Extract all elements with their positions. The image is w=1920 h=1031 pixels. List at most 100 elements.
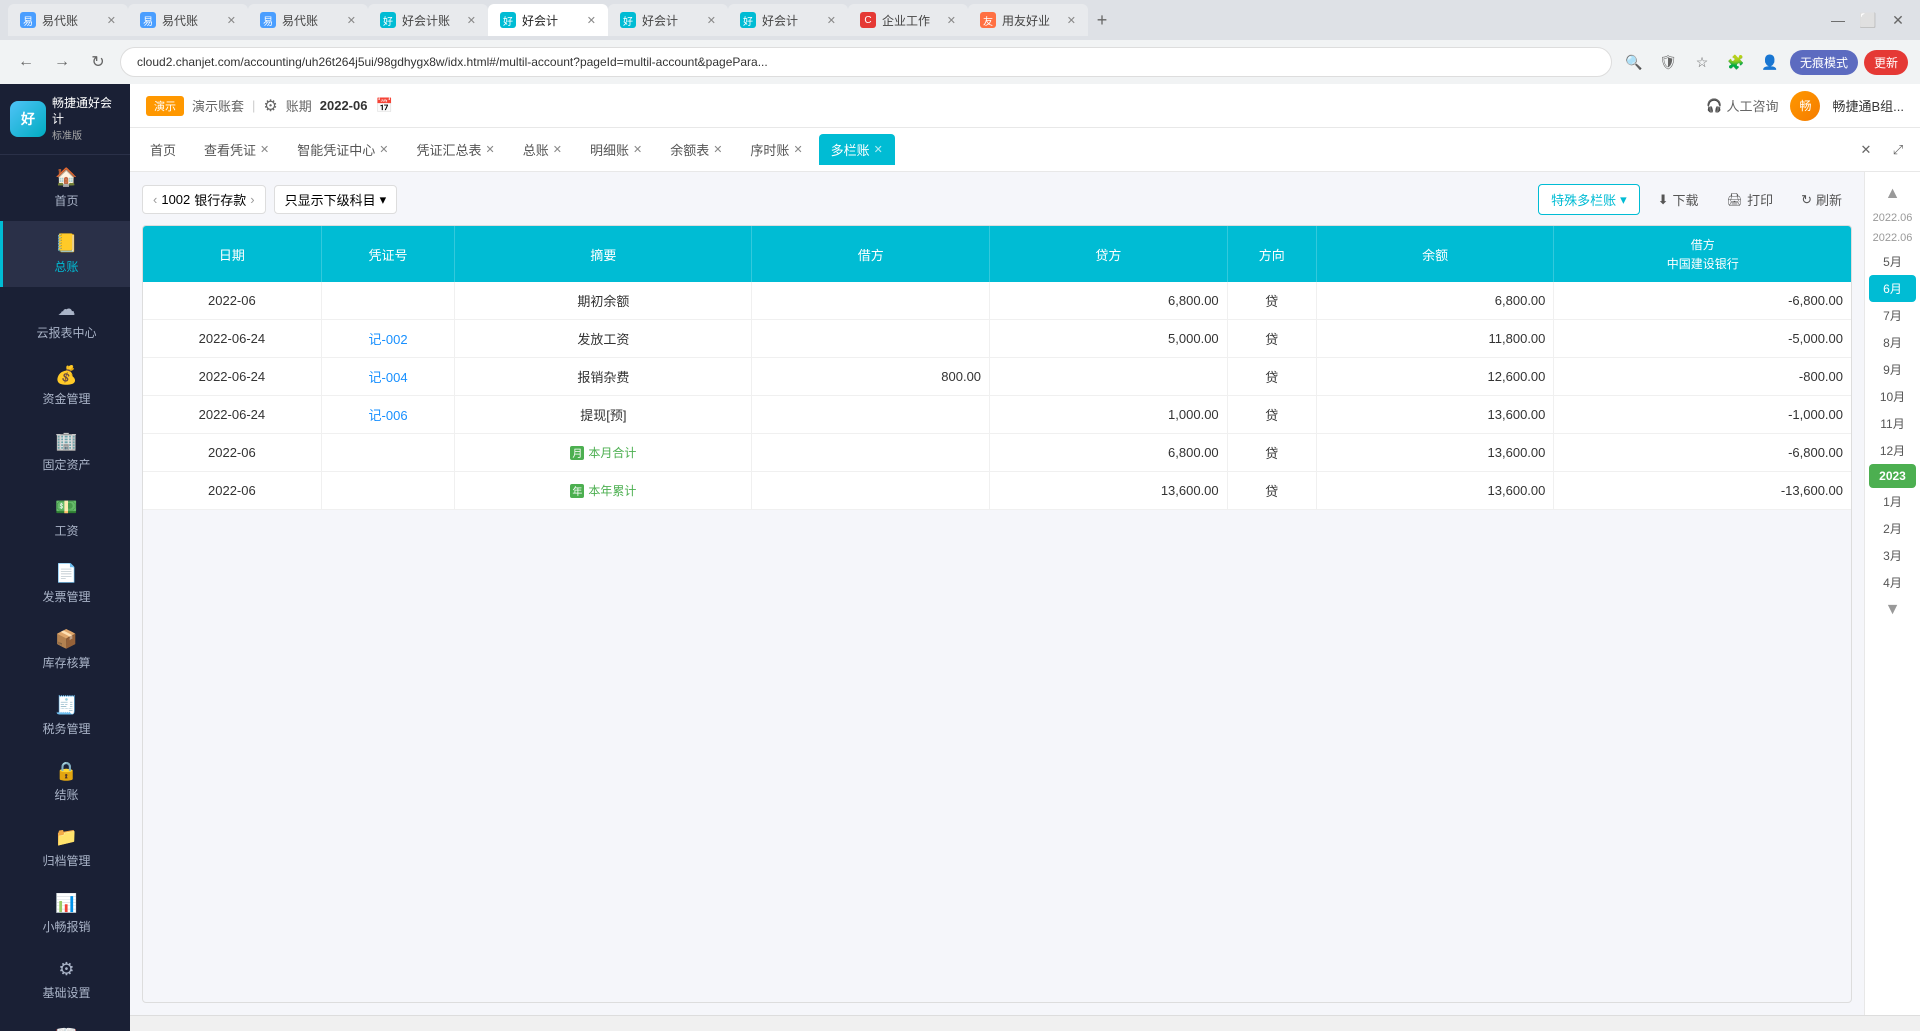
- timeline-month-2[interactable]: 2月: [1865, 515, 1920, 542]
- tab-close-3[interactable]: ✕: [347, 14, 356, 27]
- timeline-scroll-up[interactable]: ▲: [1879, 180, 1907, 208]
- minimize-button[interactable]: —: [1824, 6, 1852, 34]
- tab-close-voucher[interactable]: ✕: [260, 143, 269, 156]
- sidebar-item-salary[interactable]: 💵 工资: [0, 485, 130, 551]
- page-tab-journal[interactable]: 序时账 ✕: [738, 134, 814, 165]
- browser-tab-5[interactable]: 好 好会计 ✕: [488, 4, 608, 36]
- tab-close-1[interactable]: ✕: [107, 14, 116, 27]
- tab-close-5[interactable]: ✕: [587, 14, 596, 27]
- tab-close-smart-voucher[interactable]: ✕: [379, 143, 388, 156]
- close-tab-right-button[interactable]: ✕: [1852, 136, 1880, 164]
- tab-close-9[interactable]: ✕: [1067, 14, 1076, 27]
- extensions-icon[interactable]: 🧩: [1722, 48, 1750, 76]
- browser-tab-1[interactable]: 易 易代账 ✕: [8, 4, 128, 36]
- tab-label-detail: 明细账: [590, 140, 629, 159]
- tab-close-6[interactable]: ✕: [707, 14, 716, 27]
- timeline-scroll-down[interactable]: ▼: [1879, 596, 1907, 624]
- tab-close-voucher-summary[interactable]: ✕: [486, 143, 495, 156]
- browser-tab-8[interactable]: C 企业工作 ✕: [848, 4, 968, 36]
- forward-button[interactable]: →: [48, 48, 76, 76]
- timeline-month-12[interactable]: 12月: [1865, 437, 1920, 464]
- sidebar-item-inventory[interactable]: 📦 库存核算: [0, 617, 130, 683]
- shield-icon[interactable]: 🛡: [1654, 48, 1682, 76]
- page-tab-detail[interactable]: 明细账 ✕: [578, 134, 654, 165]
- voucher-link-4[interactable]: 记-006: [369, 408, 408, 423]
- timeline-month-11[interactable]: 11月: [1865, 410, 1920, 437]
- browser-tab-6[interactable]: 好 好会计 ✕: [608, 4, 728, 36]
- browser-tab-4[interactable]: 好 好会计账 ✕: [368, 4, 488, 36]
- update-button[interactable]: 更新: [1864, 50, 1908, 75]
- td-debit-6: [752, 472, 990, 510]
- special-multicolumn-button[interactable]: 特殊多栏账 ▾: [1538, 184, 1640, 215]
- sidebar-item-ledger[interactable]: 📒 总账: [0, 221, 130, 287]
- profile-icon[interactable]: 👤: [1756, 48, 1784, 76]
- tab-close-detail[interactable]: ✕: [633, 143, 642, 156]
- browser-tab-2[interactable]: 易 易代账 ✕: [128, 4, 248, 36]
- new-tab-button[interactable]: +: [1088, 6, 1116, 34]
- tab-close-2[interactable]: ✕: [227, 14, 236, 27]
- page-tab-home[interactable]: 首页: [138, 134, 188, 165]
- page-tab-general-ledger[interactable]: 总账 ✕: [511, 134, 574, 165]
- tab-close-general-ledger[interactable]: ✕: [553, 143, 562, 156]
- sidebar-item-invoice[interactable]: 📄 发票管理: [0, 551, 130, 617]
- stealth-mode-button[interactable]: 无痕模式: [1790, 50, 1858, 75]
- maximize-button[interactable]: ⬜: [1854, 6, 1882, 34]
- page-tab-voucher[interactable]: 查看凭证 ✕: [192, 134, 281, 165]
- refresh-nav-button[interactable]: ↻: [84, 48, 112, 76]
- browser-tab-3[interactable]: 易 易代账 ✕: [248, 4, 368, 36]
- timeline-month-5[interactable]: 5月: [1865, 248, 1920, 275]
- page-tab-balance[interactable]: 余额表 ✕: [658, 134, 734, 165]
- star-icon[interactable]: ☆: [1688, 48, 1716, 76]
- tab-close-8[interactable]: ✕: [947, 14, 956, 27]
- table-row: 2022-06 月 本月合计 6,800.00: [143, 434, 1851, 472]
- page-tab-voucher-summary[interactable]: 凭证汇总表 ✕: [404, 134, 506, 165]
- sidebar-item-tax[interactable]: 🧾 税务管理: [0, 683, 130, 749]
- page-tab-smart-voucher[interactable]: 智能凭证中心 ✕: [285, 134, 400, 165]
- sidebar-item-archive[interactable]: 📁 归档管理: [0, 815, 130, 881]
- sidebar-item-settings[interactable]: ⚙ 基础设置: [0, 947, 130, 1013]
- browser-tab-7[interactable]: 好 好会计 ✕: [728, 4, 848, 36]
- voucher-link-3[interactable]: 记-004: [369, 370, 408, 385]
- browser-tab-9[interactable]: 友 用友好业 ✕: [968, 4, 1088, 36]
- sidebar-item-closing[interactable]: 🔒 结账: [0, 749, 130, 815]
- inventory-icon: 📦: [55, 629, 77, 650]
- tab-close-7[interactable]: ✕: [827, 14, 836, 27]
- sidebar-item-cloud-report[interactable]: ☁ 云报表中心: [0, 287, 130, 353]
- page-tab-multicolumn[interactable]: 多栏账 ✕: [819, 134, 895, 165]
- download-button[interactable]: ⬇ 下载: [1648, 185, 1709, 214]
- sidebar-item-guide[interactable]: 📖 新手引导: [0, 1013, 130, 1031]
- next-account-button[interactable]: ›: [250, 192, 254, 207]
- close-window-button[interactable]: ✕: [1884, 6, 1912, 34]
- refresh-button[interactable]: ↻ 刷新: [1791, 185, 1852, 214]
- timeline-month-1[interactable]: 1月: [1865, 488, 1920, 515]
- expand-tab-button[interactable]: ⤢: [1884, 136, 1912, 164]
- user-avatar[interactable]: 畅: [1790, 91, 1820, 121]
- settings-header-icon[interactable]: ⚙: [263, 96, 277, 116]
- timeline-month-8[interactable]: 8月: [1865, 329, 1920, 356]
- address-input[interactable]: [120, 47, 1612, 77]
- tab-close-multicolumn[interactable]: ✕: [874, 143, 883, 156]
- timeline-month-10[interactable]: 10月: [1865, 383, 1920, 410]
- timeline-month-9[interactable]: 9月: [1865, 356, 1920, 383]
- sidebar-item-funds[interactable]: 💰 资金管理: [0, 353, 130, 419]
- timeline-month-7[interactable]: 7月: [1865, 302, 1920, 329]
- tab-label-4: 好会计账: [402, 12, 461, 29]
- tab-close-journal[interactable]: ✕: [793, 143, 802, 156]
- search-icon[interactable]: 🔍: [1620, 48, 1648, 76]
- sidebar-item-home[interactable]: 🏠 首页: [0, 155, 130, 221]
- timeline-month-4[interactable]: 4月: [1865, 569, 1920, 596]
- calendar-icon[interactable]: 📅: [375, 97, 392, 114]
- bottom-scrollbar[interactable]: [130, 1015, 1920, 1031]
- tab-close-4[interactable]: ✕: [467, 14, 476, 27]
- back-button[interactable]: ←: [12, 48, 40, 76]
- voucher-link-2[interactable]: 记-002: [369, 332, 408, 347]
- print-button[interactable]: 🖨 打印: [1717, 185, 1784, 214]
- prev-account-button[interactable]: ‹: [153, 192, 157, 207]
- filter-select[interactable]: 只显示下级科目 ▾: [274, 185, 398, 214]
- sidebar-item-expense[interactable]: 📊 小畅报销: [0, 881, 130, 947]
- sidebar-item-assets[interactable]: 🏢 固定资产: [0, 419, 130, 485]
- timeline-month-3[interactable]: 3月: [1865, 542, 1920, 569]
- timeline-month-6[interactable]: 6月: [1869, 275, 1916, 302]
- tab-close-balance[interactable]: ✕: [713, 143, 722, 156]
- help-button[interactable]: 🎧 人工咨询: [1706, 96, 1778, 115]
